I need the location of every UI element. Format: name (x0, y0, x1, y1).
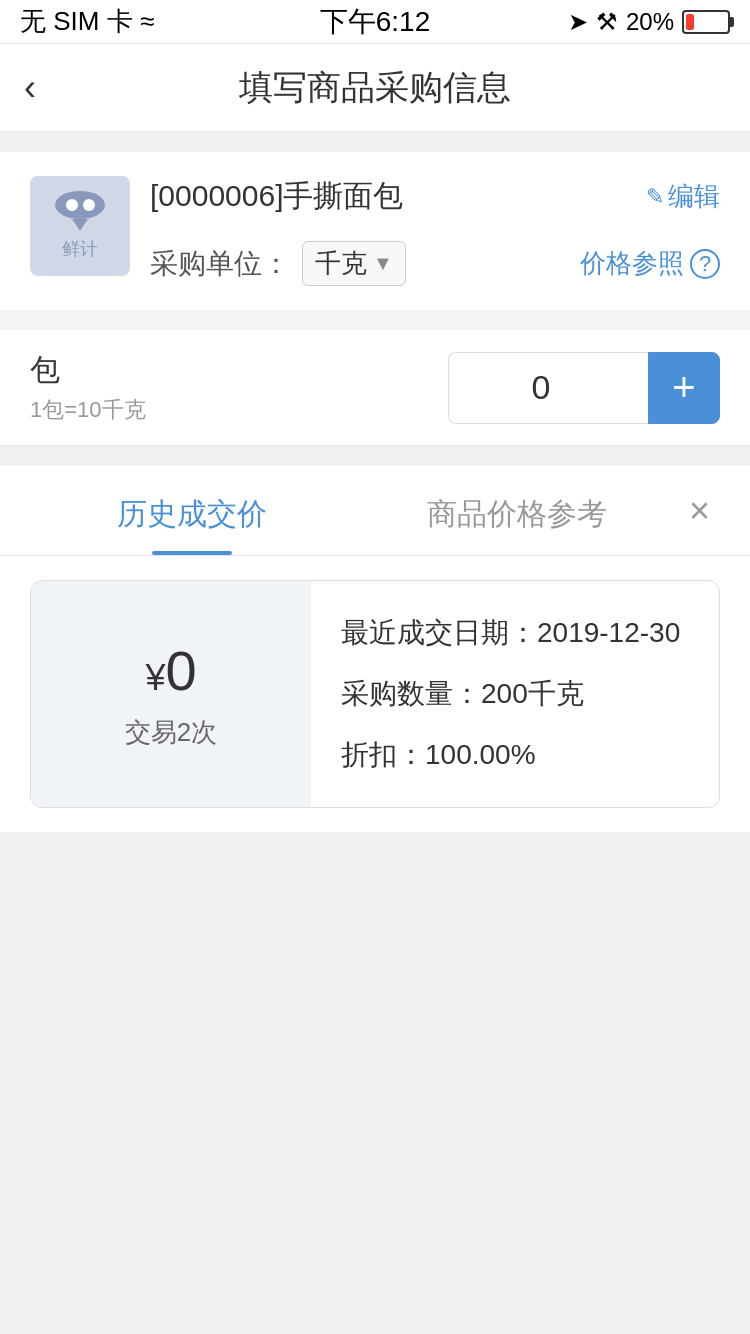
discount-label: 折扣： (341, 739, 425, 770)
price-card: ¥0 交易2次 最近成交日期：2019-12-30 采购数量：200千克 折扣：… (30, 580, 720, 808)
product-row: 鲜计 [0000006]手撕面包 ✎ 编辑 采购单位： 千克 ▼ (30, 176, 720, 286)
status-time: 下午6:12 (320, 3, 431, 41)
quantity-input[interactable] (448, 352, 648, 424)
nav-bar: ‹ 填写商品采购信息 (0, 44, 750, 132)
product-id: [0000006] (150, 179, 283, 212)
tab-close-button[interactable]: × (679, 480, 720, 542)
price-ref-label: 价格参照 (580, 246, 684, 281)
owl-pupil-right (83, 199, 95, 211)
quantity-row: 包 1包=10千克 + (0, 330, 750, 446)
main-content-area (0, 832, 750, 1334)
battery-icon (682, 10, 730, 34)
unit-value: 千克 (315, 246, 367, 281)
product-name-row: [0000006]手撕面包 ✎ 编辑 (150, 176, 720, 217)
unit-selector-group: 采购单位： 千克 ▼ (150, 241, 406, 286)
recent-date-value: 2019-12-30 (537, 617, 680, 648)
owl-beak-icon (72, 219, 88, 231)
unit-label: 采购单位： (150, 245, 290, 283)
recent-date-label: 最近成交日期： (341, 617, 537, 648)
qty-unit-label: 包 (30, 350, 146, 391)
quantity-plus-button[interactable]: + (648, 352, 720, 424)
purchase-qty-row: 采购数量：200千克 (341, 672, 689, 717)
tab-history-label: 历史成交价 (117, 497, 267, 530)
page-title: 填写商品采购信息 (239, 65, 511, 111)
product-name: [0000006]手撕面包 (150, 176, 403, 217)
qty-input-group: + (166, 352, 720, 424)
tab-bar: 历史成交价 商品价格参考 × (0, 466, 750, 556)
recent-date-row: 最近成交日期：2019-12-30 (341, 611, 689, 656)
status-right: ➤ ⚒ 20% (568, 8, 730, 36)
product-info: [0000006]手撕面包 ✎ 编辑 采购单位： 千克 ▼ 价格参照 (150, 176, 720, 286)
back-button[interactable]: ‹ (24, 67, 36, 109)
product-thumbnail: 鲜计 (30, 176, 130, 276)
qty-conversion: 1包=10千克 (30, 395, 146, 425)
discount-value: 100.00% (425, 739, 536, 770)
product-title: 手撕面包 (283, 179, 403, 212)
currency-symbol: ¥ (145, 657, 165, 698)
unit-arrow-icon: ▼ (373, 252, 393, 275)
tab-price-ref[interactable]: 商品价格参考 (354, 466, 678, 555)
status-left: 无 SIM 卡 ≈ (20, 4, 154, 39)
purchase-qty-label: 采购数量： (341, 678, 481, 709)
battery-tip (730, 17, 734, 27)
battery-fill (686, 14, 694, 30)
price-ref-info-icon: ? (690, 249, 720, 279)
brand-label: 鲜计 (62, 237, 98, 261)
price-card-right: 最近成交日期：2019-12-30 采购数量：200千克 折扣：100.00% (311, 581, 719, 807)
product-thumb-inner: 鲜计 (45, 191, 115, 261)
purchase-qty-value: 200千克 (481, 678, 584, 709)
price-card-list: ¥0 交易2次 最近成交日期：2019-12-30 采购数量：200千克 折扣：… (0, 556, 750, 832)
tab-section: 历史成交价 商品价格参考 × ¥0 交易2次 最近成交日期：2019-12-30… (0, 466, 750, 832)
unit-select[interactable]: 千克 ▼ (302, 241, 406, 286)
edit-icon: ✎ (646, 184, 664, 210)
tab-history-price[interactable]: 历史成交价 (30, 466, 354, 555)
gray-separator (0, 310, 750, 330)
purchase-unit-row: 采购单位： 千克 ▼ 价格参照 ? (150, 241, 720, 286)
battery-percent: 20% (626, 8, 674, 36)
discount-row: 折扣：100.00% (341, 733, 689, 778)
price-value: 0 (165, 639, 196, 702)
edit-label: 编辑 (668, 179, 720, 214)
edit-button[interactable]: ✎ 编辑 (646, 179, 720, 214)
owl-eye-icon (55, 191, 105, 219)
status-bar: 无 SIM 卡 ≈ 下午6:12 ➤ ⚒ 20% (0, 0, 750, 44)
location-icon: ➤ (568, 8, 588, 36)
qty-label-group: 包 1包=10千克 (30, 350, 146, 425)
price-card-left: ¥0 交易2次 (31, 581, 311, 807)
sim-text: 无 SIM 卡 ≈ (20, 4, 154, 39)
alarm-icon: ⚒ (596, 8, 618, 36)
tab-price-ref-label: 商品价格参考 (427, 497, 607, 530)
owl-pupil-left (66, 199, 78, 211)
close-icon: × (689, 490, 710, 532)
trade-count: 交易2次 (125, 715, 217, 750)
price-ref-button[interactable]: 价格参照 ? (580, 246, 720, 281)
price-display: ¥0 (145, 638, 196, 703)
product-section: 鲜计 [0000006]手撕面包 ✎ 编辑 采购单位： 千克 ▼ (0, 152, 750, 310)
